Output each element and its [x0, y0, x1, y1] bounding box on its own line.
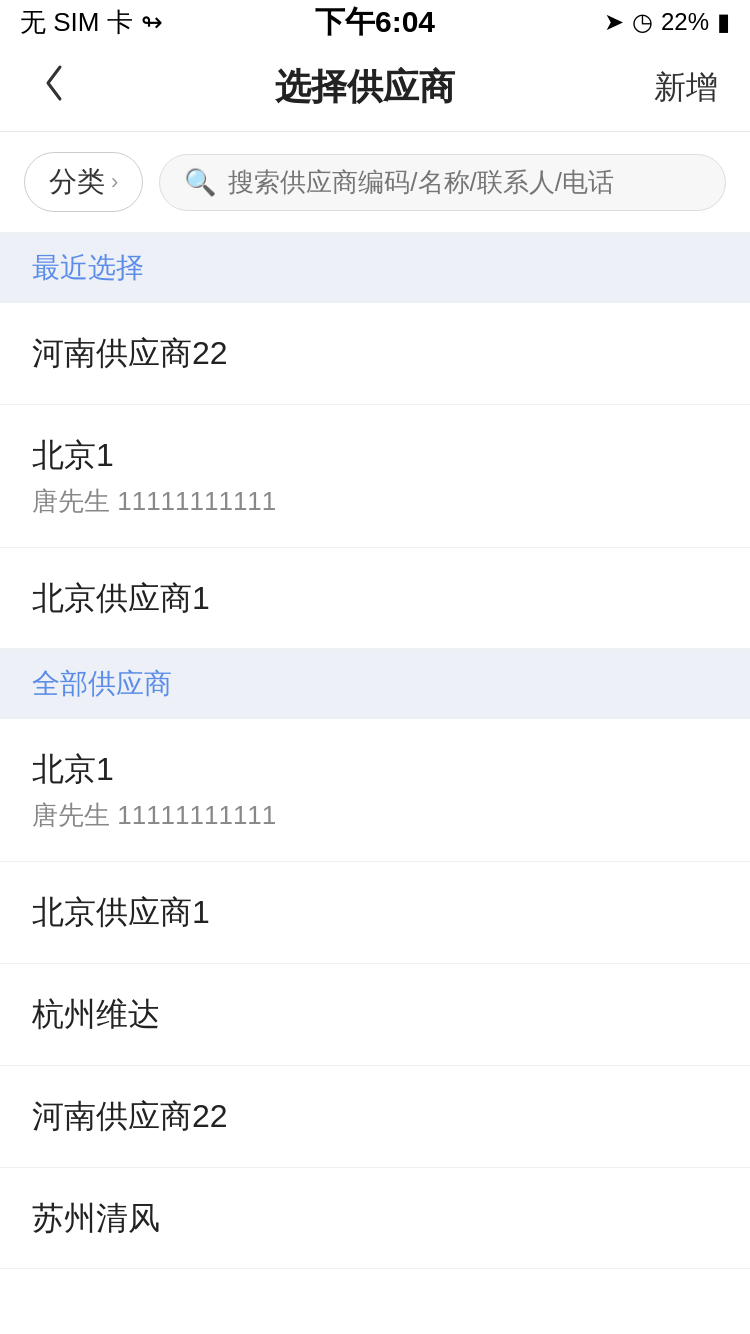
category-label: 分类 — [49, 163, 105, 201]
list-item[interactable]: 北京供应商1 — [0, 862, 750, 964]
list-item[interactable]: 河南供应商22 — [0, 303, 750, 405]
status-left: 无 SIM 卡 ↬ — [20, 5, 163, 40]
item-name: 北京供应商1 — [32, 576, 718, 621]
item-sub: 唐先生 11111111111 — [32, 798, 718, 833]
list-item[interactable]: 杭州维达 — [0, 964, 750, 1066]
category-button[interactable]: 分类 › — [24, 152, 143, 212]
item-name: 北京1 — [32, 747, 718, 792]
status-right: ➤ ◷ 22% ▮ — [604, 8, 730, 36]
list-item[interactable]: 苏州清风 — [0, 1168, 750, 1270]
all-section-header: 全部供应商 — [0, 649, 750, 719]
list-item[interactable]: 北京1 唐先生 11111111111 — [0, 405, 750, 548]
no-sim-label: 无 SIM 卡 — [20, 5, 133, 40]
nav-bar: 选择供应商 新增 — [0, 44, 750, 132]
status-time: 下午6:04 — [315, 2, 435, 43]
recent-section-label: 最近选择 — [32, 252, 144, 283]
location-icon: ➤ — [604, 8, 624, 36]
item-sub: 唐先生 11111111111 — [32, 484, 718, 519]
recent-items-list: 河南供应商22 北京1 唐先生 11111111111 北京供应商1 — [0, 303, 750, 649]
all-section-label: 全部供应商 — [32, 668, 172, 699]
item-name: 北京供应商1 — [32, 890, 718, 935]
search-input[interactable] — [228, 167, 701, 198]
wifi-icon: ↬ — [141, 7, 163, 38]
item-name: 北京1 — [32, 433, 718, 478]
search-box: 🔍 — [159, 154, 726, 211]
item-name: 杭州维达 — [32, 992, 718, 1037]
list-item[interactable]: 北京供应商1 — [0, 548, 750, 650]
filter-bar: 分类 › 🔍 — [0, 132, 750, 233]
alarm-icon: ◷ — [632, 8, 653, 36]
add-button[interactable]: 新增 — [654, 66, 718, 110]
battery-icon: ▮ — [717, 8, 730, 36]
search-icon: 🔍 — [184, 167, 216, 198]
battery-percent: 22% — [661, 8, 709, 36]
item-name: 河南供应商22 — [32, 1094, 718, 1139]
all-items-list: 北京1 唐先生 11111111111 北京供应商1 杭州维达 河南供应商22 … — [0, 719, 750, 1269]
status-bar: 无 SIM 卡 ↬ 下午6:04 ➤ ◷ 22% ▮ — [0, 0, 750, 44]
item-name: 河南供应商22 — [32, 331, 718, 376]
list-item[interactable]: 北京1 唐先生 11111111111 — [0, 719, 750, 862]
back-button[interactable] — [32, 53, 76, 122]
list-item[interactable]: 河南供应商22 — [0, 1066, 750, 1168]
item-name: 苏州清风 — [32, 1196, 718, 1241]
recent-section-header: 最近选择 — [0, 233, 750, 303]
chevron-right-icon: › — [111, 169, 118, 195]
page-title: 选择供应商 — [275, 63, 455, 112]
